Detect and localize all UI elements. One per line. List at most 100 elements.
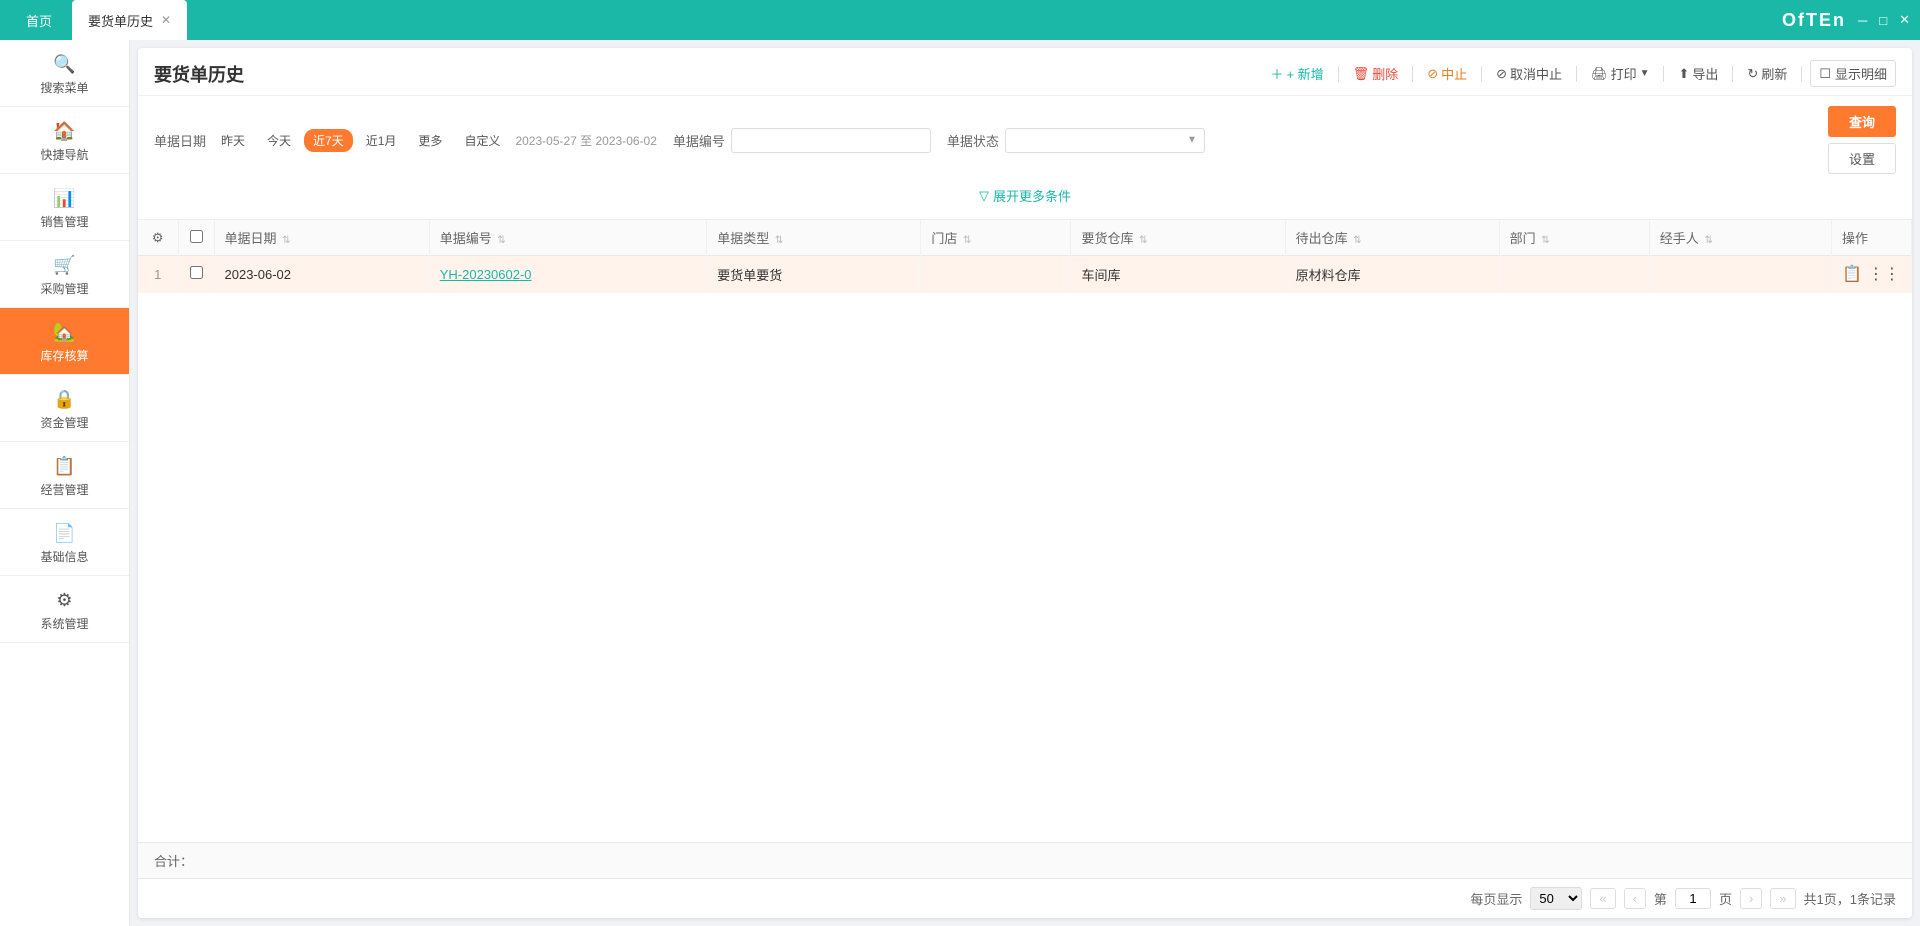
date-filter-label: 单据日期 [154, 131, 206, 150]
expand-more-button[interactable]: ▽ 展开更多条件 [971, 182, 1079, 209]
doc-number-filter: 单据编号 [673, 128, 931, 153]
th-doc-no[interactable]: 单据编号 ⇅ [429, 220, 706, 256]
display-detail-button[interactable]: ☐ 显示明细 [1810, 60, 1896, 87]
quick-nav-icon: 🏠 [53, 121, 75, 142]
expand-more-label: 展开更多条件 [993, 186, 1071, 205]
doc-status-label: 单据状态 [947, 131, 999, 150]
window-minimize-icon[interactable]: ─ [1858, 13, 1867, 28]
select-all-checkbox[interactable] [190, 230, 203, 243]
window-close-icon[interactable]: ✕ [1899, 12, 1910, 28]
settings-button[interactable]: 设置 [1828, 143, 1896, 174]
td-dept [1499, 256, 1649, 293]
th-checkbox[interactable] [178, 220, 214, 256]
sort-date-icon: ⇅ [282, 235, 290, 246]
sidebar-item-basic-info[interactable]: 📄 基础信息 [0, 509, 129, 576]
tab-purchase-history[interactable]: 要货单历史 ✕ [72, 0, 187, 40]
th-store-label: 门店 [931, 231, 957, 246]
date-btn-today[interactable]: 今天 [258, 129, 300, 152]
th-actions: 操作 [1832, 220, 1912, 256]
window-maximize-icon[interactable]: □ [1879, 13, 1887, 28]
brand-logo: OfTEn [1782, 10, 1846, 31]
date-btn-custom[interactable]: 自定义 [455, 129, 509, 152]
refresh-button[interactable]: ↻ 刷新 [1741, 60, 1793, 87]
sidebar-item-search-menu[interactable]: 🔍 搜索菜单 [0, 40, 129, 107]
td-handler [1649, 256, 1831, 293]
th-req-warehouse[interactable]: 要货仓库 ⇅ [1071, 220, 1285, 256]
stop-button[interactable]: ⊘ 中止 [1421, 60, 1473, 87]
sidebar-label-sales-mgmt: 销售管理 [40, 213, 88, 230]
th-date[interactable]: 单据日期 ⇅ [214, 220, 429, 256]
query-button[interactable]: 查询 [1828, 106, 1896, 137]
divider-5 [1663, 66, 1664, 82]
page-title: 要货单历史 [154, 61, 244, 87]
delete-label: 删除 [1372, 64, 1398, 83]
new-icon: ＋ [1270, 64, 1283, 83]
divider-2 [1412, 66, 1413, 82]
sidebar-item-ops-mgmt[interactable]: 📋 经营管理 [0, 442, 129, 509]
print-label: 打印 [1611, 64, 1637, 83]
content-area: 要货单历史 ＋ + 新增 🗑 删除 ⊘ 中止 ⊘ [138, 48, 1912, 918]
th-doc-type-label: 单据类型 [717, 231, 769, 246]
td-checkbox[interactable] [178, 256, 214, 293]
row-checkbox[interactable] [190, 266, 203, 279]
th-req-warehouse-label: 要货仓库 [1081, 231, 1133, 246]
date-btn-7days[interactable]: 近7天 [304, 129, 353, 152]
divider-4 [1576, 66, 1577, 82]
sidebar-item-inventory[interactable]: 🏡 库存核算 [0, 308, 129, 375]
pagination-page-label: 第 [1654, 889, 1667, 908]
ops-mgmt-icon: 📋 [53, 456, 75, 477]
sidebar: 🔍 搜索菜单 🏠 快捷导航 📊 销售管理 🛒 采购管理 🏡 库存核算 🔒 资金管… [0, 40, 130, 926]
divider-1 [1338, 66, 1339, 82]
doc-no-link[interactable]: YH-20230602-0 [440, 267, 532, 282]
row-actions: 📋 ⋮⋮ [1842, 264, 1901, 284]
th-handler-label: 经手人 [1660, 231, 1699, 246]
td-pending-warehouse: 原材料仓库 [1285, 256, 1499, 293]
tab-bar: 首页 要货单历史 ✕ [10, 0, 187, 40]
delete-button[interactable]: 🗑 删除 [1347, 60, 1405, 87]
date-btn-yesterday[interactable]: 昨天 [212, 129, 254, 152]
date-btn-1month[interactable]: 近1月 [357, 129, 406, 152]
print-button[interactable]: 🖨 打印 ▼ [1585, 60, 1655, 87]
sidebar-label-purchase-mgmt: 采购管理 [40, 280, 88, 297]
pagination-last-button[interactable]: » [1770, 888, 1795, 909]
th-doc-type[interactable]: 单据类型 ⇅ [707, 220, 921, 256]
td-doc-type: 要货单要货 [707, 256, 921, 293]
pagination-page-input[interactable] [1675, 888, 1711, 909]
date-btn-more[interactable]: 更多 [409, 129, 451, 152]
pagination-first-button[interactable]: « [1590, 888, 1615, 909]
th-store[interactable]: 门店 ⇅ [921, 220, 1071, 256]
row-more-icon[interactable]: ⋮⋮ [1868, 264, 1900, 284]
per-page-select[interactable]: 50 20 100 [1530, 887, 1582, 910]
th-dept[interactable]: 部门 ⇅ [1499, 220, 1649, 256]
td-actions: 📋 ⋮⋮ [1832, 256, 1912, 293]
sidebar-item-quick-nav[interactable]: 🏠 快捷导航 [0, 107, 129, 174]
sidebar-item-sys-mgmt[interactable]: ⚙ 系统管理 [0, 576, 129, 643]
export-button[interactable]: ⬆ 导出 [1672, 60, 1724, 87]
tab-home[interactable]: 首页 [10, 0, 68, 40]
sidebar-item-finance-mgmt[interactable]: 🔒 资金管理 [0, 375, 129, 442]
pagination-prev-button[interactable]: ‹ [1624, 888, 1646, 909]
sales-mgmt-icon: 📊 [53, 188, 75, 209]
th-handler[interactable]: 经手人 ⇅ [1649, 220, 1831, 256]
per-page-label: 每页显示 [1470, 889, 1522, 908]
tab-close-icon[interactable]: ✕ [161, 13, 171, 27]
th-pending-warehouse[interactable]: 待出仓库 ⇅ [1285, 220, 1499, 256]
doc-status-select[interactable] [1005, 128, 1205, 153]
page-header: 要货单历史 ＋ + 新增 🗑 删除 ⊘ 中止 ⊘ [138, 48, 1912, 96]
filter-area: 单据日期 昨天 今天 近7天 近1月 更多 自定义 2023-05-27 至 2… [138, 96, 1912, 220]
sort-handler-icon: ⇅ [1704, 235, 1712, 246]
new-button[interactable]: ＋ + 新增 [1264, 60, 1329, 87]
doc-number-input[interactable] [731, 128, 931, 153]
pagination-next-button[interactable]: › [1740, 888, 1762, 909]
row-edit-icon[interactable]: 📋 [1842, 264, 1862, 284]
sidebar-item-sales-mgmt[interactable]: 📊 销售管理 [0, 174, 129, 241]
divider-6 [1732, 66, 1733, 82]
basic-info-icon: 📄 [53, 523, 75, 544]
table-row: 1 2023-06-02 YH-20230602-0 要货单要货 车间库 原材料… [138, 256, 1912, 293]
cancel-stop-button[interactable]: ⊘ 取消中止 [1490, 60, 1568, 87]
display-detail-label: 显示明细 [1835, 64, 1887, 83]
th-settings[interactable]: ⚙ [138, 220, 178, 256]
stop-icon: ⊘ [1427, 66, 1438, 82]
print-dropdown-icon: ▼ [1640, 68, 1650, 79]
sidebar-item-purchase-mgmt[interactable]: 🛒 采购管理 [0, 241, 129, 308]
